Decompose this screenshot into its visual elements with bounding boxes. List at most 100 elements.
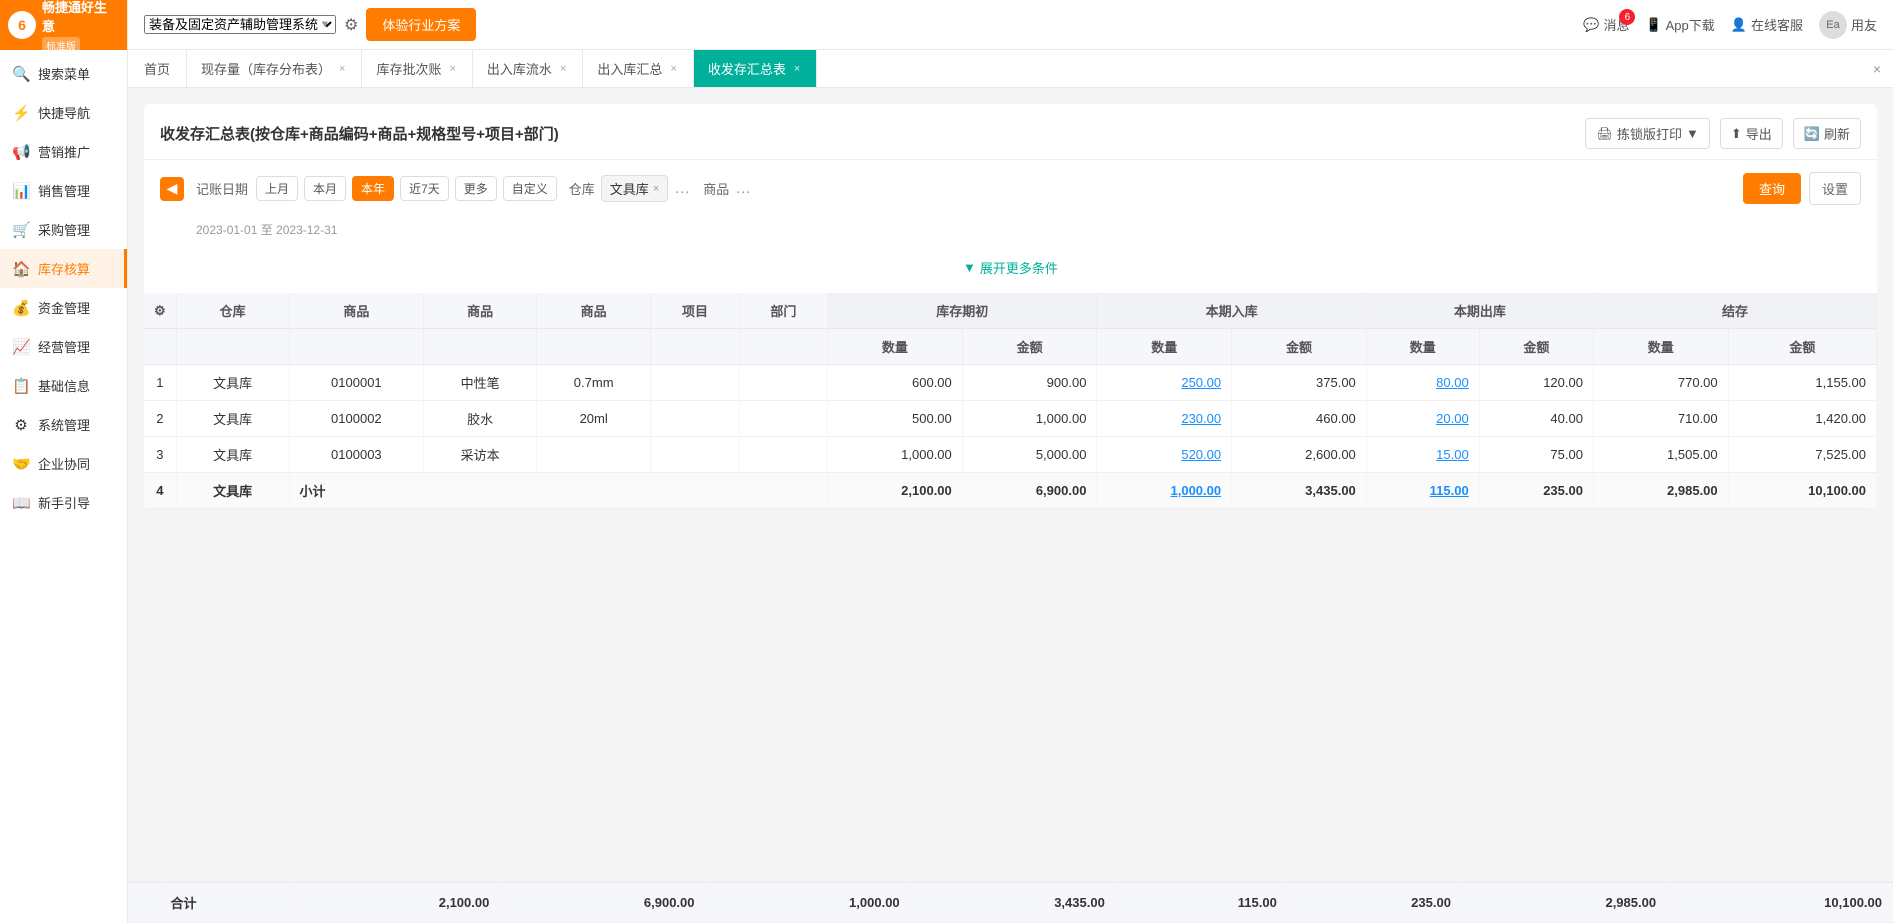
sidebar-item-operation[interactable]: 📈经营管理 [0,327,127,366]
total-row: 合计 2,100.00 6,900.00 1,000.00 3,435.00 1… [128,883,1893,923]
tab-close-batch[interactable]: × [447,61,457,77]
date-btn-5[interactable]: 自定义 [503,176,557,201]
cell-code: 0100003 [289,437,424,473]
tab-home[interactable]: 首页 [128,50,187,87]
message-icon-item[interactable]: 💬 消息 6 [1583,15,1629,34]
expand-icon: ▼ [963,260,976,275]
th-out-group: 本期出库 [1366,293,1593,329]
cell-in-qty[interactable]: 520.00 [1097,437,1232,473]
th-settings[interactable]: ⚙ [144,293,176,329]
th-goods-name: 商品 [424,293,537,329]
refresh-button[interactable]: 🔄 刷新 [1793,118,1861,149]
try-industry-button[interactable]: 体验行业方案 [366,8,476,41]
user-item[interactable]: Ea 用友 [1819,11,1877,39]
total-opening-qty: 2,100.00 [295,883,500,923]
date-btn-4[interactable]: 更多 [455,176,497,201]
tab-close-recv-send[interactable]: × [792,61,802,77]
query-button[interactable]: 查询 [1743,173,1801,204]
nav-label-system: 系统管理 [38,415,90,434]
sidebar-item-finance[interactable]: 💰资金管理 [0,288,127,327]
system-select[interactable]: 装备及固定资产辅助管理系统 [144,15,336,34]
print-chevron: ▼ [1686,126,1699,141]
sidebar-item-guide[interactable]: 📖新手引导 [0,483,127,522]
warehouse-label: 仓库 [569,179,595,198]
sidebar: 6 畅捷通好生意 标准版 🔍搜索菜单⚡快捷导航📢营销推广📊销售管理🛒采购管理🏠库… [0,0,128,923]
online-service-item[interactable]: 👤 在线客服 [1731,15,1803,34]
sidebar-item-inventory[interactable]: 🏠库存核算 [0,249,127,288]
column-settings-icon[interactable]: ⚙ [154,303,166,318]
cell-out-qty[interactable]: 80.00 [1366,365,1479,401]
filter-toggle-button[interactable]: ◀ [160,177,184,201]
app-download-item[interactable]: 📱 App下载 [1645,15,1714,34]
sidebar-item-system[interactable]: ⚙系统管理 [0,405,127,444]
warehouse-tag[interactable]: 文具库 × [601,175,668,202]
total-table: 合计 2,100.00 6,900.00 1,000.00 3,435.00 1… [128,883,1893,923]
sidebar-item-marketing[interactable]: 📢营销推广 [0,132,127,171]
topbar-gear-icon[interactable]: ⚙ [344,15,358,35]
tab-flow[interactable]: 出入库流水× [473,50,583,87]
sub-label: 小计 [289,473,828,509]
cell-in-qty[interactable]: 250.00 [1097,365,1232,401]
cell-out-qty[interactable]: 20.00 [1366,401,1479,437]
date-btn-3[interactable]: 近7天 [400,176,449,201]
date-btn-2[interactable]: 本年 [352,176,394,201]
cell-out-amt: 75.00 [1479,437,1593,473]
tab-recv-send[interactable]: 收发存汇总表× [694,50,817,87]
close-all-tabs-button[interactable]: × [1861,61,1893,77]
expand-conditions-button[interactable]: ▼ 展开更多条件 [963,258,1058,277]
app-download-label: App下载 [1666,15,1715,34]
tab-close-flow[interactable]: × [558,61,568,77]
cell-in-qty[interactable]: 230.00 [1097,401,1232,437]
print-button[interactable]: 🖨 拣锁版打印 ▼ [1585,118,1709,149]
system-select-wrap[interactable]: 装备及固定资产辅助管理系统 [144,15,336,34]
tab-summary[interactable]: 出入库汇总× [583,50,693,87]
cell-opening-qty: 1,000.00 [828,437,963,473]
sidebar-item-purchase[interactable]: 🛒采购管理 [0,210,127,249]
cell-out-amt: 40.00 [1479,401,1593,437]
nav-label-operation: 经营管理 [38,337,90,356]
date-btn-1[interactable]: 本月 [304,176,346,201]
sub-in-qty[interactable]: 1,000.00 [1097,473,1232,509]
total-in-qty: 1,000.00 [705,883,910,923]
topbar-left: 装备及固定资产辅助管理系统 ⚙ 体验行业方案 [144,8,476,41]
cell-opening-amt: 5,000.00 [962,437,1097,473]
settings-button[interactable]: 设置 [1809,172,1861,205]
filter-area: ◀ 记账日期 上月本月本年近7天更多自定义 仓库 文具库 × … [144,160,1877,293]
sidebar-item-basic[interactable]: 📋基础信息 [0,366,127,405]
warehouse-more-icon[interactable]: … [674,180,691,198]
nav-label-search: 搜索菜单 [38,64,90,83]
sidebar-item-quick[interactable]: ⚡快捷导航 [0,93,127,132]
cell-project [651,401,739,437]
user-avatar: Ea [1819,11,1847,39]
filter-row-1: ◀ 记账日期 上月本月本年近7天更多自定义 仓库 文具库 × … [160,172,1861,205]
sub-out-qty[interactable]: 115.00 [1366,473,1479,509]
nav-label-sales: 销售管理 [38,181,90,200]
tab-close-stock-dist[interactable]: × [337,61,347,77]
sidebar-item-collab[interactable]: 🤝企业协同 [0,444,127,483]
cell-opening-amt: 1,000.00 [962,401,1097,437]
subtotal-row: 4 文具库 小计 2,100.00 6,900.00 1,000.00 3,43… [144,473,1877,509]
th-warehouse: 仓库 [176,293,289,329]
goods-more-icon[interactable]: … [735,180,752,198]
date-btn-0[interactable]: 上月 [256,176,298,201]
warehouse-tag-close[interactable]: × [653,183,659,195]
tab-stock-dist[interactable]: 现存量（库存分布表）× [187,50,362,87]
date-range-text: 2023-01-01 至 2023-12-31 [196,221,337,238]
cell-warehouse: 文具库 [176,437,289,473]
print-label: 拣锁版打印 [1617,124,1682,143]
tab-close-summary[interactable]: × [668,61,678,77]
cell-out-qty[interactable]: 15.00 [1366,437,1479,473]
nav-label-purchase: 采购管理 [38,220,90,239]
cell-spec: 0.7mm [537,365,651,401]
export-button[interactable]: ⬆ 导出 [1720,118,1783,149]
sub-warehouse: 文具库 [176,473,289,509]
main-card: 收发存汇总表(按仓库+商品编码+商品+规格型号+项目+部门) 🖨 拣锁版打印 ▼… [144,104,1877,509]
sidebar-item-search[interactable]: 🔍搜索菜单 [0,54,127,93]
sidebar-item-sales[interactable]: 📊销售管理 [0,171,127,210]
page-title: 收发存汇总表(按仓库+商品编码+商品+规格型号+项目+部门) [160,123,559,144]
th-out-amt: 金额 [1479,329,1593,365]
cell-out-amt: 120.00 [1479,365,1593,401]
th-in-group: 本期入库 [1097,293,1366,329]
nav-icon-finance: 💰 [12,299,30,317]
tab-batch[interactable]: 库存批次账× [362,50,472,87]
